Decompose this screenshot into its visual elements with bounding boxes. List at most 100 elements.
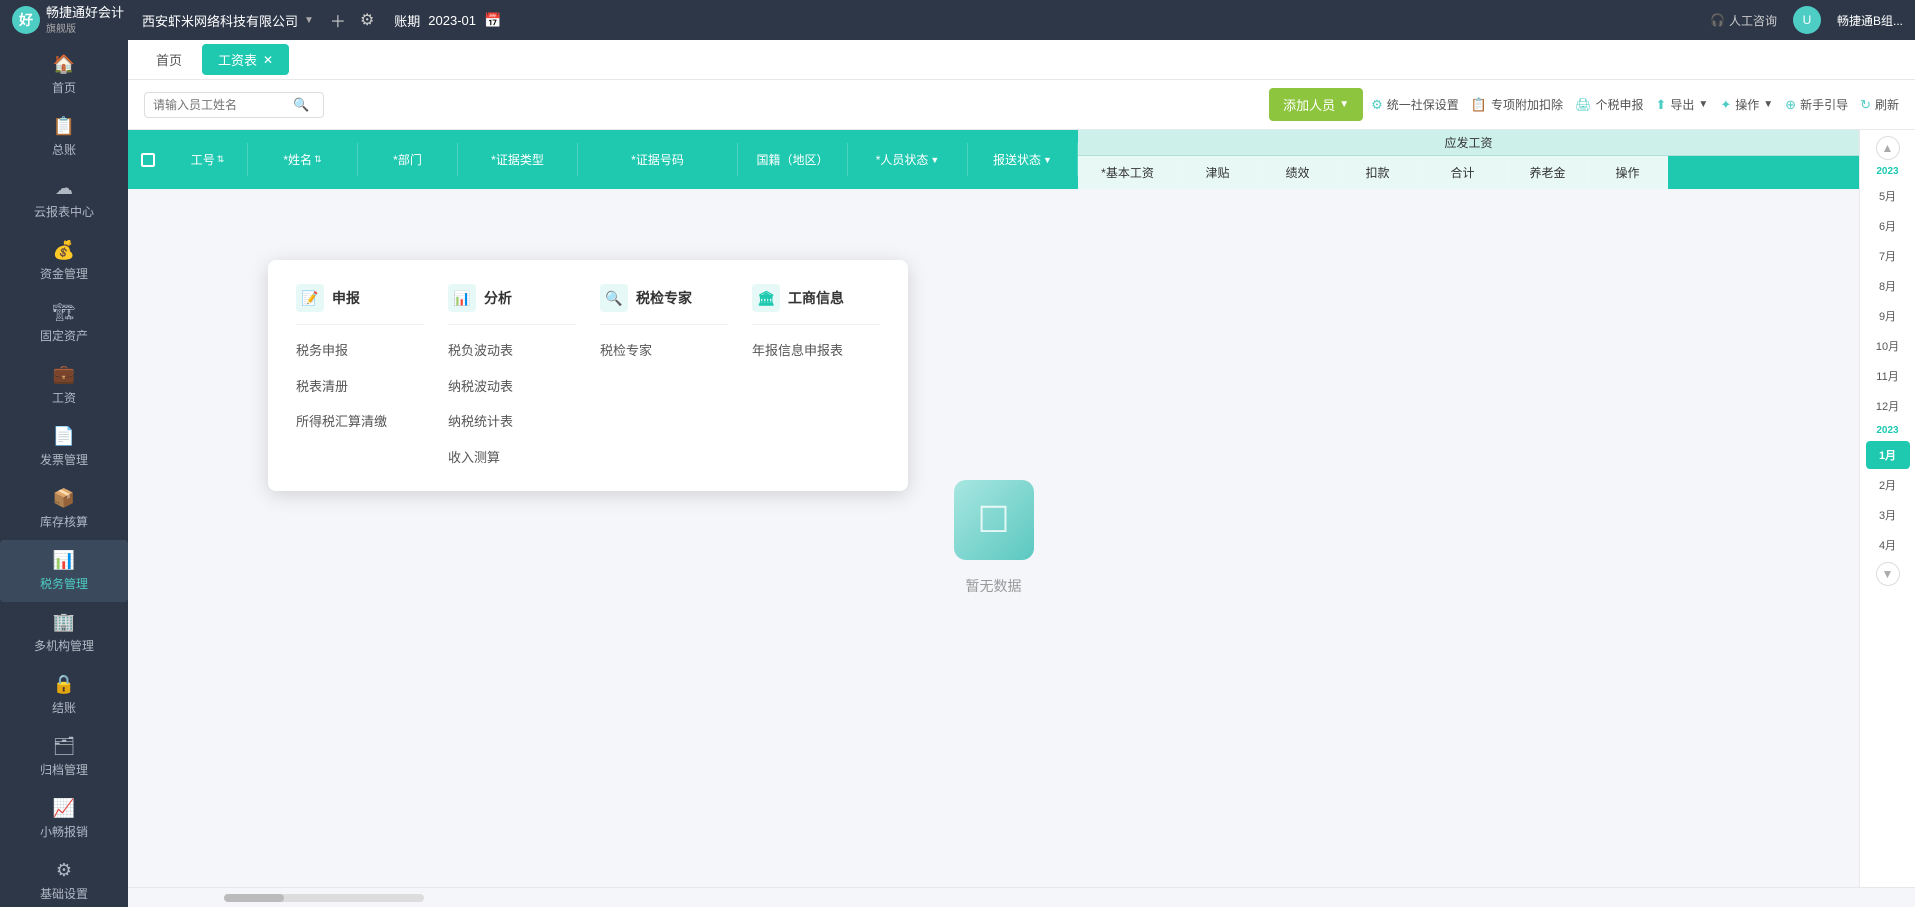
sidebar-label-salary: 工资 (52, 389, 76, 406)
th-ops-label: 操作 (1615, 164, 1639, 181)
menu-tax-payment-table[interactable]: 纳税波动表 (448, 369, 576, 405)
cal-month-3[interactable]: 3月 (1866, 501, 1910, 529)
export-action[interactable]: ⬆ 导出 ▼ (1656, 96, 1709, 113)
sidebar-item-multi-org[interactable]: 🏢 多机构管理 (0, 602, 128, 664)
top-bar: 好 畅捷通好会计 旗舰版 西安虾米网络科技有限公司 ▼ ＋ ⚙ 账期 2023-… (0, 0, 1915, 40)
horizontal-scrollbar[interactable] (224, 894, 424, 902)
dropdown-col-business-info-header: 🏛 工商信息 (752, 276, 880, 325)
logo-text-wrap: 畅捷通好会计 旗舰版 (46, 5, 124, 36)
menu-tax-declaration[interactable]: 税务申报 (296, 333, 424, 369)
menu-income-tax-calc[interactable]: 所得税汇算清缴 (296, 404, 424, 440)
social-security-action[interactable]: ⚙ 统一社保设置 (1371, 96, 1459, 113)
menu-tax-table-clear[interactable]: 税表清册 (296, 369, 424, 405)
menu-tax-stats-table[interactable]: 纳税统计表 (448, 404, 576, 440)
sidebar-label-fund: 资金管理 (40, 265, 88, 282)
cal-month-1[interactable]: 1月 (1866, 441, 1910, 469)
tab-close-icon[interactable]: ✕ (263, 53, 273, 67)
th-name: *姓名 ⇅ (248, 143, 358, 176)
th-deduct: 扣款 (1338, 156, 1418, 189)
th-report-status-filter-icon[interactable]: ▼ (1043, 155, 1052, 165)
th-checkbox[interactable] (128, 145, 168, 175)
th-status-filter-icon[interactable]: ▼ (930, 155, 939, 165)
toolbar: 🔍 添加人员 ▼ ⚙ 统一社保设置 📋 专项附加扣除 (128, 80, 1915, 130)
period-value: 2023-01 (428, 13, 476, 28)
sidebar-item-settings[interactable]: ⚙ 基础设置 (0, 850, 128, 907)
search-wrap[interactable]: 🔍 (144, 92, 324, 118)
operation-dropdown-icon: ▼ (1763, 99, 1773, 110)
calendar-icon[interactable]: 📅 (484, 12, 501, 29)
sidebar-item-home[interactable]: 🏠 首页 (0, 44, 128, 106)
cal-month-10[interactable]: 10月 (1866, 332, 1910, 360)
cal-nav-up[interactable]: ▲ (1876, 136, 1900, 160)
th-num-sort-icon[interactable]: ⇅ (217, 154, 225, 165)
main-layout: 🏠 首页 📋 总账 ☁ 云报表中心 💰 资金管理 🏗 固定资产 💼 工资 📄 发… (0, 40, 1915, 907)
th-name-sort-icon[interactable]: ⇅ (314, 154, 322, 165)
add-icon[interactable]: ＋ (330, 8, 346, 32)
sidebar-item-mini-report[interactable]: 📈 小畅报销 (0, 788, 128, 850)
user-name[interactable]: 畅捷通B组... (1837, 12, 1903, 29)
refresh-label: 刷新 (1875, 96, 1899, 113)
sidebar-item-cloud-report[interactable]: ☁ 云报表中心 (0, 168, 128, 230)
content-with-sidebar: 工号 ⇅ *姓名 ⇅ *部门 *证据类型 (128, 130, 1915, 887)
logo-icon: 好 (12, 6, 40, 34)
refresh-action[interactable]: ↻ 刷新 (1860, 96, 1899, 113)
sidebar-label-assets: 固定资产 (40, 327, 88, 344)
tab-salary-label: 工资表 (218, 50, 257, 69)
th-ops: 操作 (1588, 156, 1668, 189)
add-person-dropdown-icon: ▼ (1339, 99, 1349, 110)
fund-icon: 💰 (53, 240, 75, 261)
sidebar-item-closing[interactable]: 🔒 结账 (0, 664, 128, 726)
th-cert-type: *证据类型 (458, 143, 578, 176)
tax-expert-icon: 🔍 (600, 284, 628, 312)
operation-icon: ✦ (1720, 97, 1731, 113)
sidebar-item-invoice[interactable]: 📄 发票管理 (0, 416, 128, 478)
th-cert-type-label: *证据类型 (491, 151, 544, 168)
tab-salary-table[interactable]: 工资表 ✕ (202, 44, 289, 75)
cal-month-2[interactable]: 2月 (1866, 471, 1910, 499)
th-subsidy: 津贴 (1178, 156, 1258, 189)
cal-month-11[interactable]: 11月 (1866, 362, 1910, 390)
sidebar-item-assets[interactable]: 🏗 固定资产 (0, 292, 128, 354)
menu-income-preview[interactable]: 收入测算 (448, 440, 576, 476)
menu-tax-burden-table[interactable]: 税负波动表 (448, 333, 576, 369)
cal-month-12[interactable]: 12月 (1866, 392, 1910, 420)
sidebar-item-salary[interactable]: 💼 工资 (0, 354, 128, 416)
cal-month-5[interactable]: 5月 (1866, 182, 1910, 210)
th-dept-label: *部门 (393, 151, 422, 168)
sidebar-item-archive[interactable]: 🗂 归档管理 (0, 726, 128, 788)
cal-month-8[interactable]: 8月 (1866, 272, 1910, 300)
th-num-label: 工号 (191, 151, 215, 168)
cal-month-9[interactable]: 9月 (1866, 302, 1910, 330)
th-dept: *部门 (358, 143, 458, 176)
cal-month-4[interactable]: 4月 (1866, 531, 1910, 559)
operation-action[interactable]: ✦ 操作 ▼ (1720, 96, 1773, 113)
period-display: 账期 2023-01 📅 (394, 11, 501, 30)
new-guide-action[interactable]: ⊕ 新手引导 (1785, 96, 1848, 113)
tax-return-action[interactable]: 🖨 个税申报 (1575, 96, 1644, 113)
cal-month-7[interactable]: 7月 (1866, 242, 1910, 270)
help-label: 人工咨询 (1729, 12, 1777, 29)
help-button[interactable]: 🎧 人工咨询 (1710, 12, 1777, 29)
cal-nav-down[interactable]: ▼ (1876, 562, 1900, 586)
settings-icon[interactable]: ⚙ (360, 10, 374, 30)
tab-home[interactable]: 首页 (140, 44, 198, 75)
company-selector[interactable]: 西安虾米网络科技有限公司 ▼ (142, 11, 314, 30)
sidebar-item-inventory[interactable]: 📦 库存核算 (0, 478, 128, 540)
declaration-title: 申报 (332, 288, 360, 308)
search-input[interactable] (153, 98, 293, 112)
sidebar-item-fund[interactable]: 💰 资金管理 (0, 230, 128, 292)
select-all-checkbox[interactable] (141, 153, 155, 167)
sidebar-item-tax[interactable]: 📊 税务管理 (0, 540, 128, 602)
sidebar-item-ledger[interactable]: 📋 总账 (0, 106, 128, 168)
special-deduction-icon: 📋 (1471, 97, 1487, 113)
salary-icon: 💼 (53, 364, 75, 385)
th-name-label: *姓名 (283, 151, 312, 168)
export-label: 导出 (1670, 96, 1694, 113)
cal-month-6[interactable]: 6月 (1866, 212, 1910, 240)
top-bar-right: 🎧 人工咨询 U 畅捷通B组... (1710, 6, 1903, 34)
menu-annual-report[interactable]: 年报信息申报表 (752, 333, 880, 369)
special-deduction-action[interactable]: 📋 专项附加扣除 (1471, 96, 1563, 113)
main-content: 🔍 添加人员 ▼ ⚙ 统一社保设置 📋 专项附加扣除 (128, 80, 1915, 907)
add-person-button[interactable]: 添加人员 ▼ (1269, 88, 1363, 121)
menu-tax-inspection[interactable]: 税检专家 (600, 333, 728, 369)
